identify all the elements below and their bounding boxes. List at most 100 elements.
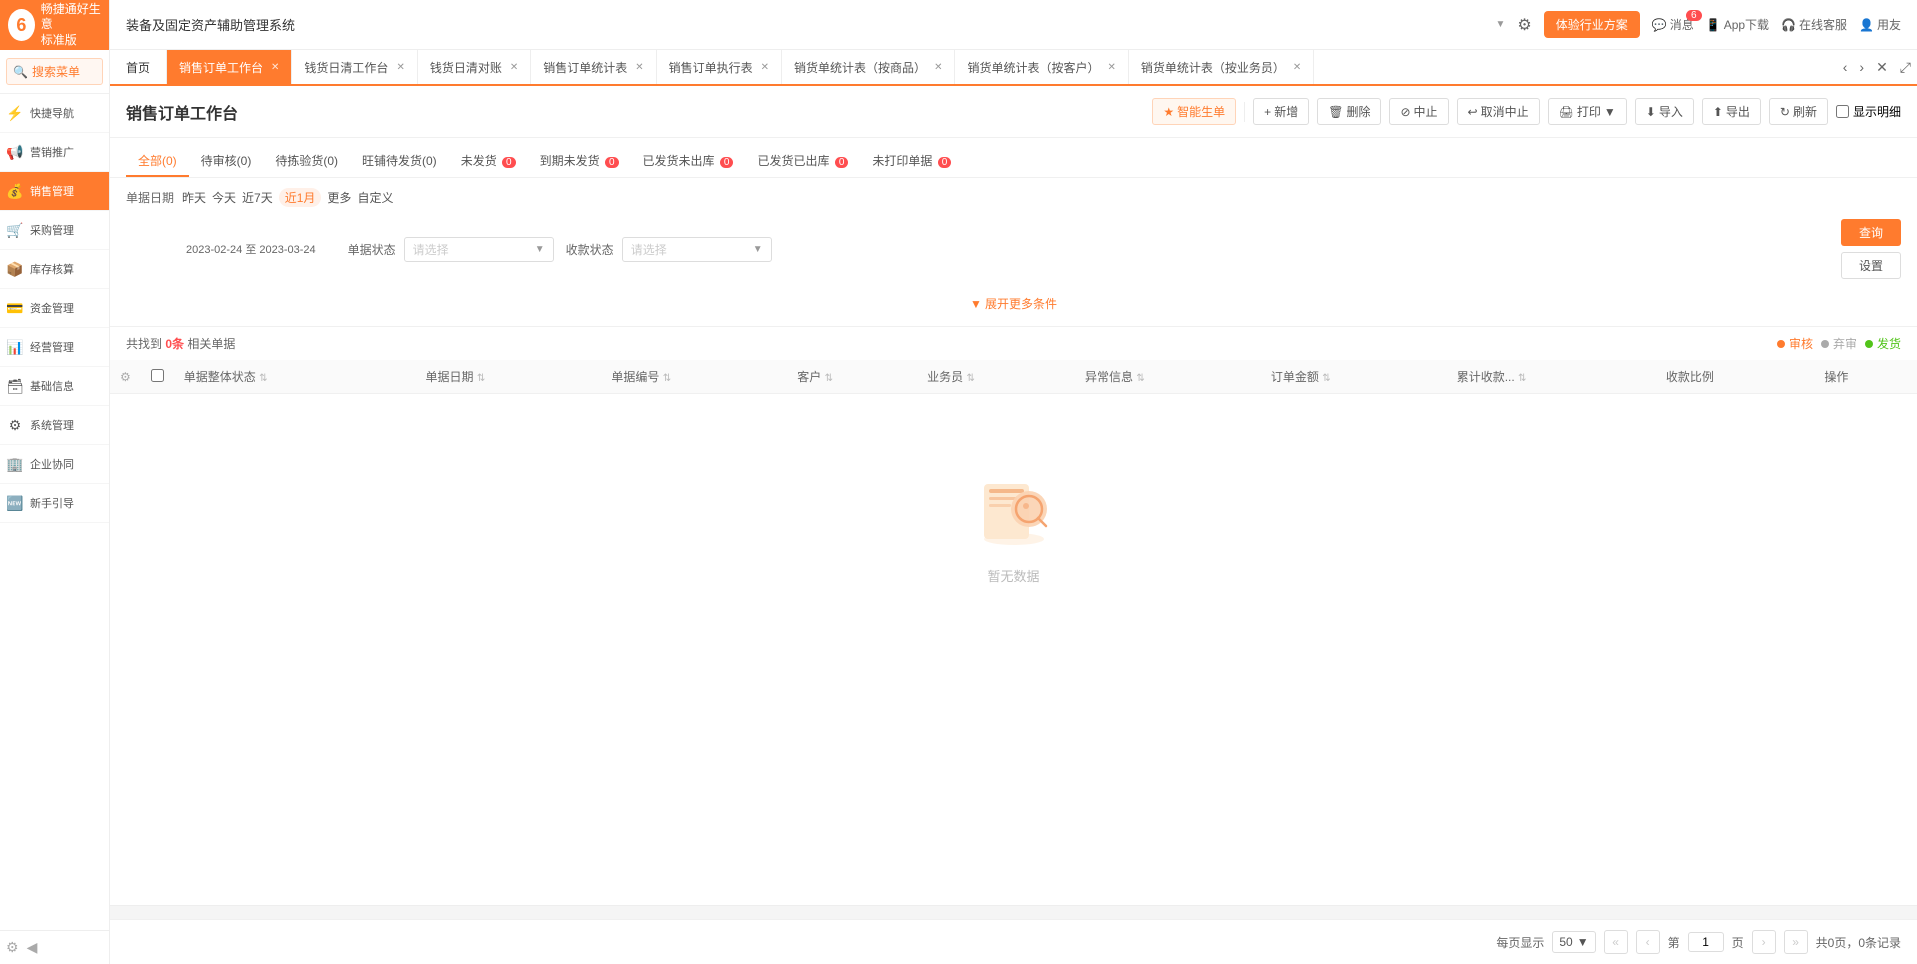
col-collected[interactable]: 累计收款... ⇅ [1447,360,1656,394]
refresh-btn[interactable]: ↻ 刷新 [1769,98,1828,125]
import-btn[interactable]: ⬇ 导入 [1635,98,1694,125]
user-menu-btn[interactable]: 👤 用友 [1859,16,1901,33]
col-settings[interactable]: ⚙ [110,360,141,394]
tab-sales-summary-product[interactable]: 销货单统计表（按商品） ✕ [782,50,955,85]
settings-gear-icon[interactable]: ⚙ [6,939,19,956]
close-tab-cash-daily[interactable]: ✕ [396,62,404,73]
nav-guide[interactable]: 🆕 新手引导 [0,484,109,523]
page-number-input[interactable] [1688,932,1724,952]
close-tab-summary-staff[interactable]: ✕ [1293,62,1301,73]
sub-tab-all[interactable]: 全部(0) [126,146,189,177]
tab-sales-summary-customer[interactable]: 销货单统计表（按客户） ✕ [955,50,1128,85]
col-amount[interactable]: 订单金额 ⇅ [1261,360,1447,394]
nav-purchase[interactable]: 🛒 采购管理 [0,211,109,250]
sub-tab-wangpu[interactable]: 旺铺待发货(0) [350,146,449,177]
col-number[interactable]: 单据编号 ⇅ [601,360,787,394]
filter-actions: 查询 设置 [1841,219,1901,279]
tab-home[interactable]: 首页 [110,50,167,85]
suspend-btn[interactable]: ⊘ 中止 [1389,98,1448,125]
col-customer[interactable]: 客户 ⇅ [787,360,917,394]
tab-cash-reconcile[interactable]: 钱货日清对账 ✕ [418,50,531,85]
tab-sales-workbench[interactable]: 销售订单工作台 ✕ [167,50,292,85]
next-page-btn[interactable]: › [1752,930,1776,954]
close-tab-sales-exec[interactable]: ✕ [761,62,769,73]
select-all-checkbox[interactable] [151,369,164,382]
empty-text: 暂无数据 [987,566,1039,585]
col-staff[interactable]: 业务员 ⇅ [917,360,1075,394]
cancel-suspend-btn[interactable]: ↩ 取消中止 [1457,98,1540,125]
date-link-7days[interactable]: 近7天 [242,189,273,206]
date-link-more[interactable]: 更多 [327,189,351,206]
nav-quick[interactable]: ⚡ 快捷导航 [0,94,109,133]
horizontal-scrollbar[interactable] [110,905,1917,919]
col-date[interactable]: 单据日期 ⇅ [416,360,602,394]
cancel-review-action[interactable]: 弃审 [1821,335,1857,352]
search-menu-button[interactable]: 🔍 搜索菜单 [6,58,103,85]
header-actions: 💬 6 消息 📱 App下载 🎧 在线客服 👤 用友 [1652,16,1901,33]
tab-sales-exec[interactable]: 销售订单执行表 ✕ [657,50,782,85]
tab-scroll-right[interactable]: › [1853,50,1870,85]
cancel-dot [1821,340,1829,348]
nav-inventory[interactable]: 📦 库存核算 [0,250,109,289]
sub-tab-pending-inspect[interactable]: 待拣验货(0) [263,146,350,177]
close-tab-sales-stat[interactable]: ✕ [635,62,643,73]
sub-tab-shipped-not-stocked[interactable]: 已发货未出库 0 [631,146,746,177]
sub-tab-not-shipped[interactable]: 未发货 0 [449,146,528,177]
last-page-btn[interactable]: » [1784,930,1808,954]
nav-capital[interactable]: 💳 资金管理 [0,289,109,328]
tab-close-all[interactable]: ✕ [1870,50,1894,85]
sub-tab-pending-review[interactable]: 待审核(0) [189,146,264,177]
show-detail-checkbox[interactable] [1836,105,1849,118]
query-btn[interactable]: 查询 [1841,219,1901,246]
nav-sales[interactable]: 💰 销售管理 [0,172,109,211]
status-select[interactable]: 请选择 ▼ [404,237,554,262]
nav-enterprise[interactable]: 🏢 企业协同 [0,445,109,484]
date-link-yesterday[interactable]: 昨天 [182,189,206,206]
col-status[interactable]: 单据整体状态 ⇅ [174,360,416,394]
prev-page-btn[interactable]: ‹ [1636,930,1660,954]
tab-sales-summary-staff[interactable]: 销货单统计表（按业务员） ✕ [1129,50,1314,85]
tab-scroll-left[interactable]: ‹ [1837,50,1854,85]
message-btn[interactable]: 💬 6 消息 [1652,16,1694,33]
nav-marketing[interactable]: 📢 营销推广 [0,133,109,172]
set-btn[interactable]: 设置 [1841,252,1901,279]
inventory-icon: 📦 [6,260,24,278]
close-tab-sales-workbench[interactable]: ✕ [271,62,279,73]
ship-action[interactable]: 发货 [1865,335,1901,352]
export-btn[interactable]: ⬆ 导出 [1702,98,1761,125]
tab-maximize[interactable]: ⤢ [1894,50,1917,85]
nav-system[interactable]: ⚙ 系统管理 [0,406,109,445]
nav-operations[interactable]: 📊 经营管理 [0,328,109,367]
col-exception[interactable]: 异常信息 ⇅ [1075,360,1261,394]
empty-icon [964,454,1064,554]
delete-btn[interactable]: 🗑 删除 [1317,98,1381,125]
online-service-btn[interactable]: 🎧 在线客服 [1781,16,1847,33]
tab-cash-daily[interactable]: 钱货日清工作台 ✕ [292,50,417,85]
sort-icon-exception: ⇅ [1136,373,1144,384]
app-download-btn[interactable]: 📱 App下载 [1706,16,1769,33]
summary-actions: 审核 弃审 发货 [1777,335,1901,352]
close-tab-cash-reconcile[interactable]: ✕ [510,62,518,73]
settings-icon[interactable]: ⚙ [1517,15,1531,35]
smart-order-btn[interactable]: ★ 智能生单 [1152,98,1236,125]
date-link-1month[interactable]: 近1月 [279,188,322,207]
date-link-custom[interactable]: 自定义 [357,189,393,206]
print-btn[interactable]: 🖨 打印 ▼ [1548,98,1627,125]
collapse-sidebar-icon[interactable]: ◀ [27,939,38,956]
sub-tab-expired[interactable]: 到期未发货 0 [528,146,631,177]
show-detail-checkbox-label[interactable]: 显示明细 [1836,103,1901,120]
first-page-btn[interactable]: « [1604,930,1628,954]
sub-tab-not-printed[interactable]: 未打印单据 0 [860,146,963,177]
date-link-today[interactable]: 今天 [212,189,236,206]
payment-select[interactable]: 请选择 ▼ [622,237,772,262]
review-action[interactable]: 审核 [1777,335,1813,352]
expand-conditions-btn[interactable]: ▼ 展开更多条件 [970,295,1057,312]
close-tab-summary-customer[interactable]: ✕ [1107,62,1115,73]
tab-sales-stat[interactable]: 销售订单统计表 ✕ [531,50,656,85]
nav-base-info[interactable]: 🗃 基础信息 [0,367,109,406]
industry-btn[interactable]: 体验行业方案 [1544,11,1640,38]
page-size-dropdown[interactable]: 50 ▼ [1552,931,1595,953]
sub-tab-shipped-stocked[interactable]: 已发货已出库 0 [745,146,860,177]
close-tab-summary-product[interactable]: ✕ [934,62,942,73]
new-btn[interactable]: + 新增 [1253,98,1309,125]
